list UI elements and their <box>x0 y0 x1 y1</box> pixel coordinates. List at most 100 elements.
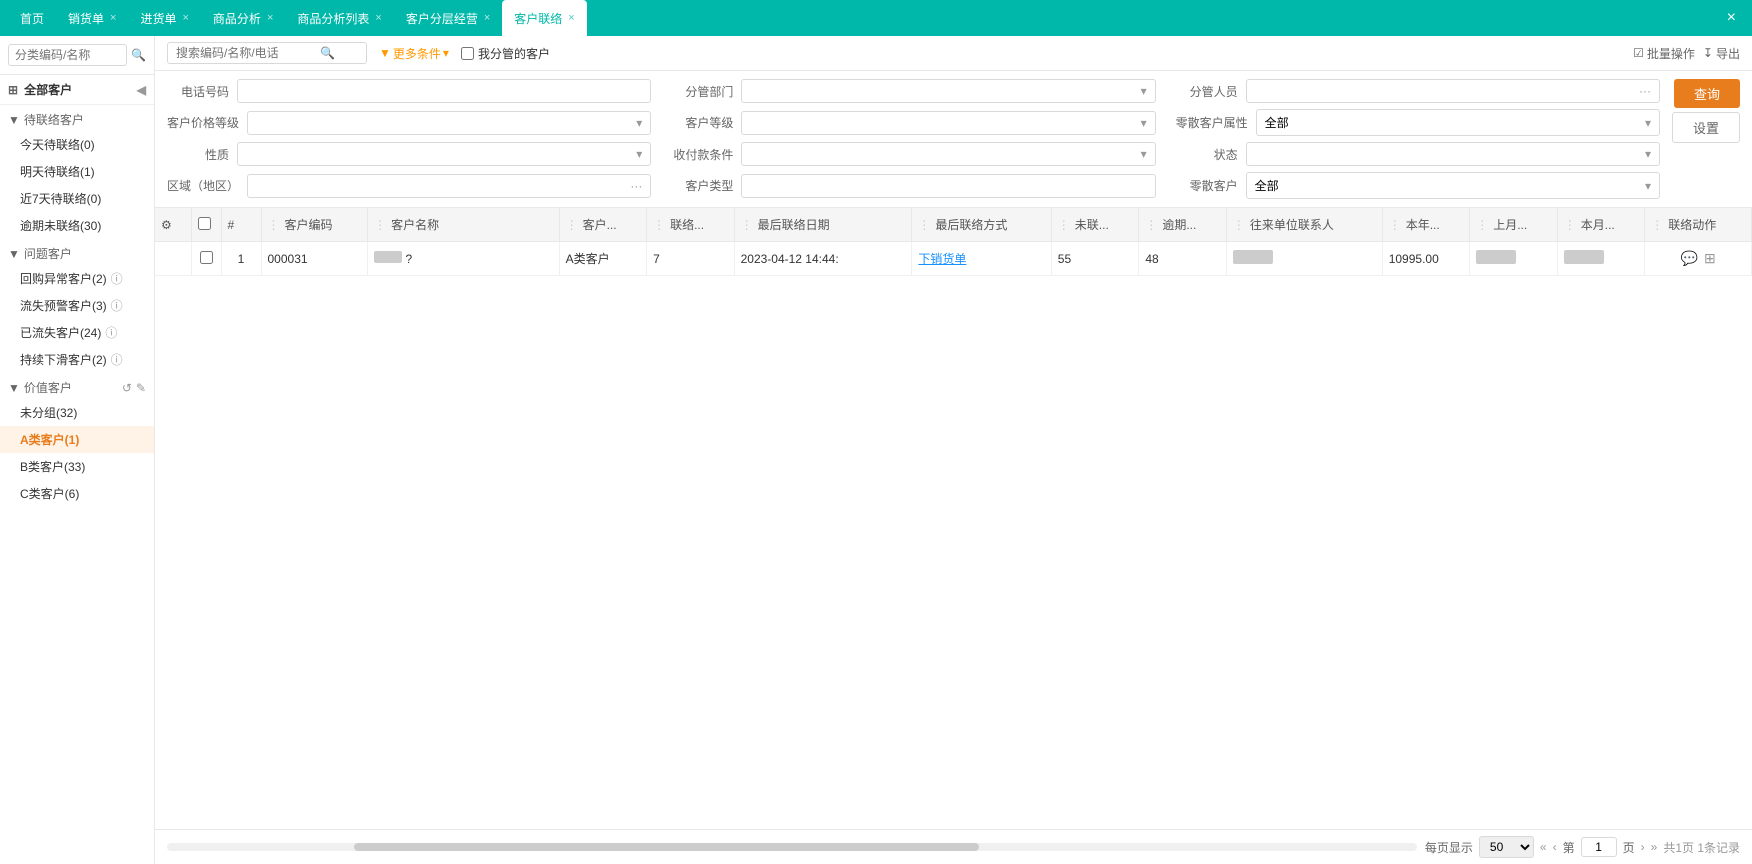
filter-region-select[interactable]: ··· <box>247 174 651 198</box>
chevron-down-icon2: ▾ <box>636 116 642 130</box>
th-last-month: ⋮上月... <box>1470 208 1558 242</box>
sidebar-item-tomorrow[interactable]: 明天待联络(1) <box>0 158 154 185</box>
sidebar-all-customers[interactable]: ⊞ 全部客户 ◀ <box>0 75 154 105</box>
export-btn[interactable]: ↧ 导出 <box>1703 45 1740 62</box>
batch-operation-btn[interactable]: ☑ 批量操作 <box>1633 45 1695 62</box>
sidebar-search-input[interactable] <box>8 44 127 66</box>
total-info: 共1页 1条记录 <box>1663 839 1740 856</box>
td-name: ? <box>368 242 559 276</box>
select-all-checkbox[interactable] <box>198 217 211 230</box>
chevron-down-icon: ▾ <box>1141 84 1147 98</box>
sidebar-item-7days[interactable]: 近7天待联络(0) <box>0 185 154 212</box>
filter-customer-type-label: 客户类型 <box>671 177 741 194</box>
filter-phone-input[interactable] <box>237 79 651 103</box>
last-page-btn[interactable]: » <box>1651 840 1658 854</box>
horizontal-scrollbar[interactable] <box>167 843 1417 851</box>
sidebar-item-class-a[interactable]: A类客户(1) <box>0 426 154 453</box>
settings-button[interactable]: 设置 <box>1672 112 1740 143</box>
collapse-sidebar-icon[interactable]: ◀ <box>137 83 146 97</box>
nav-product-analysis-list[interactable]: 商品分析列表 × <box>285 0 393 36</box>
gear-icon[interactable]: ⚙ <box>161 218 172 232</box>
filter-retail-attr-select[interactable]: 全部 ▾ <box>1256 109 1660 136</box>
edit-icon[interactable]: ✎ <box>136 381 146 395</box>
th-action: ⋮联络动作 <box>1645 208 1752 242</box>
query-button[interactable]: 查询 <box>1674 79 1740 108</box>
my-customers-checkbox[interactable]: 我分管的客户 <box>461 45 550 62</box>
close-product-analysis-list[interactable]: × <box>375 12 381 24</box>
sidebar-item-loss-warning[interactable]: 流失预警客户(3) ⓘ <box>0 292 154 319</box>
close-product-analysis[interactable]: × <box>267 12 273 24</box>
group-value-customers[interactable]: ▼ 价值客户 ↺ ✎ <box>0 373 154 399</box>
group-pending-contact[interactable]: ▼ 待联络客户 <box>0 105 154 131</box>
nav-product-analysis[interactable]: 商品分析 × <box>201 0 285 36</box>
chevron-down-icon8: ▾ <box>1645 179 1651 193</box>
td-no-contact: 55 <box>1051 242 1139 276</box>
sidebar-item-class-b[interactable]: B类客户(33) <box>0 453 154 480</box>
sidebar-item-declining[interactable]: 持续下滑客户(2) ⓘ <box>0 346 154 373</box>
chat-icon[interactable]: 💬 <box>1681 250 1698 267</box>
close-window-icon[interactable]: × <box>1719 9 1744 26</box>
filter-retail-select[interactable]: 全部 ▾ <box>1246 172 1660 199</box>
page-size-select[interactable]: 50 100 200 <box>1479 836 1534 858</box>
col-resize-icon9: ⋮ <box>1233 218 1245 232</box>
sidebar-item-lost[interactable]: 已流失客户(24) ⓘ <box>0 319 154 346</box>
group-problem-customers[interactable]: ▼ 问题客户 <box>0 239 154 265</box>
filter-search-icon[interactable]: 🔍 <box>320 46 335 60</box>
td-contact: 7 <box>647 242 735 276</box>
close-sales-order[interactable]: × <box>110 12 116 24</box>
filter-retail-attr-label: 零散客户属性 <box>1176 114 1256 131</box>
my-customers-check[interactable] <box>461 47 474 60</box>
th-last-date: ⋮最后联络日期 <box>734 208 912 242</box>
sidebar-item-repurchase-abnormal[interactable]: 回购异常客户(2) ⓘ <box>0 265 154 292</box>
masked-last-month <box>1476 250 1516 264</box>
filter-row-4: 区域（地区） ··· 客户类型 <box>167 172 1660 199</box>
close-purchase-order[interactable]: × <box>182 12 188 24</box>
col-resize-icon4: ⋮ <box>653 218 665 232</box>
row-checkbox[interactable] <box>200 251 213 264</box>
sidebar-search-icon[interactable]: 🔍 <box>131 48 146 62</box>
nav-home[interactable]: 首页 <box>8 0 56 36</box>
chevron-down-icon6: ▾ <box>1141 147 1147 161</box>
filter-dept-select[interactable]: ▾ <box>741 79 1155 103</box>
filter-search-input[interactable] <box>176 46 316 60</box>
export-icon: ↧ <box>1703 46 1713 60</box>
info-icon-2: ⓘ <box>111 297 123 314</box>
sidebar-item-today[interactable]: 今天待联络(0) <box>0 131 154 158</box>
nav-customer-contact[interactable]: 客户联络 × <box>502 0 586 36</box>
filter-nature-select[interactable]: ▾ <box>237 142 651 166</box>
next-page-btn[interactable]: › <box>1641 840 1645 854</box>
sidebar-item-class-c[interactable]: C类客户(6) <box>0 480 154 507</box>
scrollbar-thumb <box>354 843 979 851</box>
sidebar: 🔍 ⊞ 全部客户 ◀ ▼ 待联络客户 今天待联络(0) 明天待联络(1) 近7天… <box>0 36 155 864</box>
info-icon-4: ⓘ <box>111 351 123 368</box>
filter-search-box: 🔍 <box>167 42 367 64</box>
close-customer-segmentation[interactable]: × <box>484 12 490 24</box>
th-check <box>191 208 221 242</box>
sidebar-search-area: 🔍 <box>0 36 154 75</box>
nav-customer-segmentation[interactable]: 客户分层经营 × <box>394 0 502 36</box>
filter-status-select[interactable]: ▾ <box>1246 142 1660 166</box>
sidebar-item-ungrouped[interactable]: 未分组(32) <box>0 399 154 426</box>
nav-sales-order[interactable]: 销货单 × <box>56 0 128 36</box>
th-last-method: ⋮最后联络方式 <box>912 208 1051 242</box>
page-number-input[interactable] <box>1581 837 1617 857</box>
first-page-btn[interactable]: « <box>1540 840 1547 854</box>
chevron-down-icon5: ▾ <box>636 147 642 161</box>
filter-row-2: 客户价格等级 ▾ 客户等级 ▾ <box>167 109 1660 136</box>
more-conditions-btn[interactable]: ▼ 更多条件 ▾ <box>379 45 449 62</box>
filter-customer-level-select[interactable]: ▾ <box>741 111 1155 135</box>
close-customer-contact[interactable]: × <box>568 12 574 24</box>
filter-payment-select[interactable]: ▾ <box>741 142 1155 166</box>
filter-person-select[interactable]: ··· <box>1246 79 1660 103</box>
nav-purchase-order[interactable]: 进货单 × <box>128 0 200 36</box>
prev-page-btn[interactable]: ‹ <box>1553 840 1557 854</box>
link-icon[interactable]: ⊞ <box>1704 250 1716 267</box>
filter-price-level-select[interactable]: ▾ <box>247 111 651 135</box>
filter-price-level-label: 客户价格等级 <box>167 114 247 131</box>
refresh-icon[interactable]: ↺ <box>122 381 132 395</box>
filter-customer-type-input[interactable] <box>741 174 1155 198</box>
sidebar-item-overdue[interactable]: 逾期未联络(30) <box>0 212 154 239</box>
last-method-link[interactable]: 下销货单 <box>918 252 966 266</box>
filter-status-label: 状态 <box>1176 146 1246 163</box>
table-container: ⚙ # ⋮客户编码 ⋮客户名称 ⋮客户... <box>155 208 1752 829</box>
